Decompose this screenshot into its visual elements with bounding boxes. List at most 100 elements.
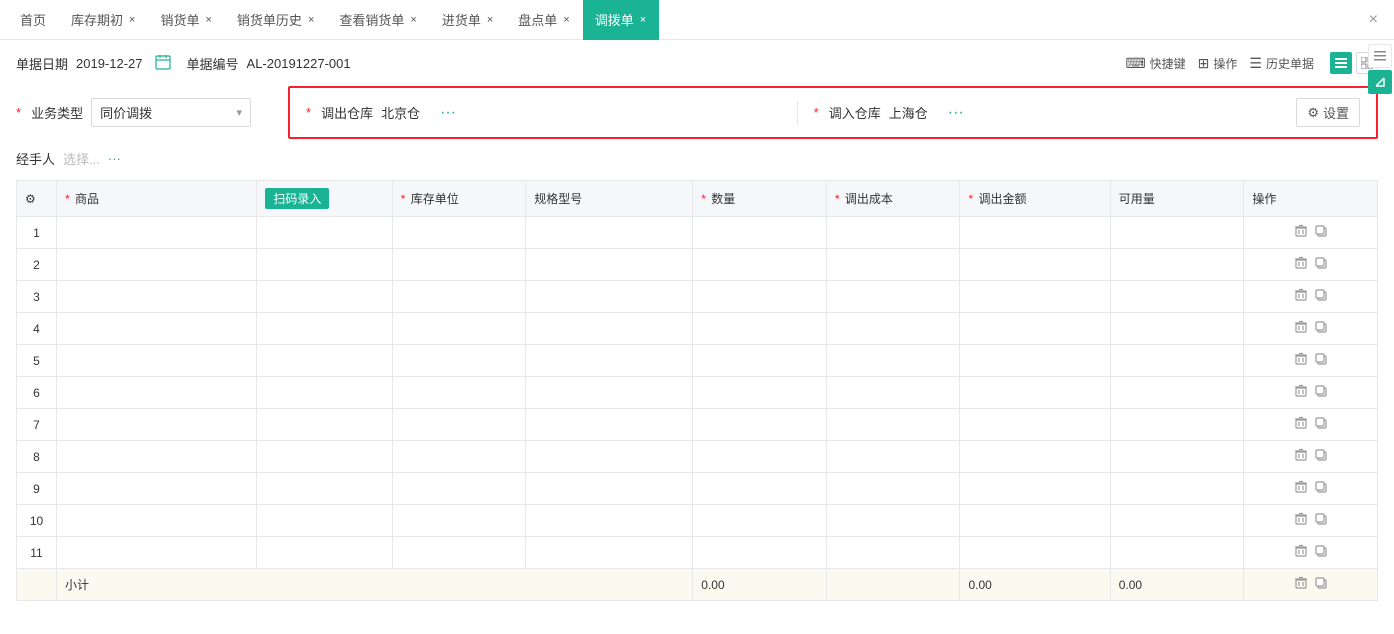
row-unit-9[interactable] — [392, 473, 526, 505]
row-amount-11[interactable] — [960, 537, 1110, 569]
row-product-9[interactable] — [57, 473, 257, 505]
copy-row-icon-3[interactable] — [1314, 288, 1328, 305]
row-cost-1[interactable] — [826, 217, 960, 249]
row-unit-4[interactable] — [392, 313, 526, 345]
row-cost-11[interactable] — [826, 537, 960, 569]
delete-row-icon-9[interactable] — [1294, 480, 1308, 497]
row-unit-1[interactable] — [392, 217, 526, 249]
tab-view-sales[interactable]: 查看销货单 × — [327, 0, 429, 40]
row-unit-8[interactable] — [392, 441, 526, 473]
row-spec-2[interactable] — [526, 249, 693, 281]
row-spec-4[interactable] — [526, 313, 693, 345]
copy-row-icon-9[interactable] — [1314, 480, 1328, 497]
row-product-1[interactable] — [57, 217, 257, 249]
tab-close-inventory-init[interactable]: × — [129, 14, 135, 26]
row-unit-11[interactable] — [392, 537, 526, 569]
row-cost-2[interactable] — [826, 249, 960, 281]
right-panel-list-btn[interactable] — [1368, 44, 1392, 68]
row-qty-2[interactable] — [693, 249, 827, 281]
row-qty-3[interactable] — [693, 281, 827, 313]
tab-close-transfer-order[interactable]: × — [640, 14, 646, 26]
delete-row-icon-11[interactable] — [1294, 544, 1308, 561]
row-qty-10[interactable] — [693, 505, 827, 537]
row-spec-3[interactable] — [526, 281, 693, 313]
copy-row-icon-5[interactable] — [1314, 352, 1328, 369]
row-amount-10[interactable] — [960, 505, 1110, 537]
row-cost-7[interactable] — [826, 409, 960, 441]
row-product-2[interactable] — [57, 249, 257, 281]
handler-more-btn[interactable]: ··· — [108, 151, 121, 166]
row-amount-3[interactable] — [960, 281, 1110, 313]
tab-inventory-init[interactable]: 库存期初 × — [59, 0, 148, 40]
table-settings-icon[interactable]: ⚙ — [25, 192, 36, 206]
tab-close-purchase-order[interactable]: × — [487, 14, 493, 26]
settings-button[interactable]: ⚙ 设置 — [1296, 98, 1360, 127]
delete-row-icon-10[interactable] — [1294, 512, 1308, 529]
tab-home[interactable]: 首页 — [8, 0, 59, 40]
delete-row-icon-4[interactable] — [1294, 320, 1308, 337]
copy-row-icon-7[interactable] — [1314, 416, 1328, 433]
row-amount-8[interactable] — [960, 441, 1110, 473]
tab-close-sales-order[interactable]: × — [205, 14, 211, 26]
tab-bar-close-btn[interactable]: × — [1361, 7, 1386, 33]
row-qty-8[interactable] — [693, 441, 827, 473]
scan-barcode-btn[interactable]: 扫码录入 — [265, 188, 329, 209]
delete-row-icon-1[interactable] — [1294, 224, 1308, 241]
col-settings-header[interactable]: ⚙ — [17, 181, 57, 217]
row-cost-5[interactable] — [826, 345, 960, 377]
row-product-10[interactable] — [57, 505, 257, 537]
row-cost-6[interactable] — [826, 377, 960, 409]
copy-row-icon-4[interactable] — [1314, 320, 1328, 337]
row-spec-6[interactable] — [526, 377, 693, 409]
row-product-7[interactable] — [57, 409, 257, 441]
copy-row-icon-8[interactable] — [1314, 448, 1328, 465]
row-amount-7[interactable] — [960, 409, 1110, 441]
row-product-11[interactable] — [57, 537, 257, 569]
shortcuts-btn[interactable]: ⌨ 快捷键 — [1125, 55, 1185, 72]
layout-btn-1[interactable] — [1330, 52, 1352, 74]
row-cost-9[interactable] — [826, 473, 960, 505]
row-cost-10[interactable] — [826, 505, 960, 537]
row-spec-11[interactable] — [526, 537, 693, 569]
business-type-select[interactable]: 同价调拨 ▾ — [91, 98, 251, 127]
tab-close-view-sales[interactable]: × — [410, 14, 416, 26]
row-qty-4[interactable] — [693, 313, 827, 345]
copy-row-icon-6[interactable] — [1314, 384, 1328, 401]
row-product-8[interactable] — [57, 441, 257, 473]
row-qty-1[interactable] — [693, 217, 827, 249]
row-qty-7[interactable] — [693, 409, 827, 441]
row-spec-8[interactable] — [526, 441, 693, 473]
row-spec-10[interactable] — [526, 505, 693, 537]
row-cost-4[interactable] — [826, 313, 960, 345]
row-spec-5[interactable] — [526, 345, 693, 377]
tab-inventory-check[interactable]: 盘点单 × — [506, 0, 582, 40]
right-panel-expand-btn[interactable] — [1368, 70, 1392, 94]
tab-close-sales-history[interactable]: × — [308, 14, 314, 26]
delete-row-icon-2[interactable] — [1294, 256, 1308, 273]
calendar-icon[interactable] — [155, 54, 171, 73]
row-amount-6[interactable] — [960, 377, 1110, 409]
row-unit-5[interactable] — [392, 345, 526, 377]
delete-row-icon-3[interactable] — [1294, 288, 1308, 305]
row-amount-1[interactable] — [960, 217, 1110, 249]
warehouse-in-more-btn[interactable]: ··· — [948, 104, 964, 122]
tab-close-inventory-check[interactable]: × — [563, 14, 569, 26]
handler-input[interactable]: 选择... — [63, 149, 100, 168]
row-qty-9[interactable] — [693, 473, 827, 505]
delete-row-icon-6[interactable] — [1294, 384, 1308, 401]
row-unit-10[interactable] — [392, 505, 526, 537]
copy-row-icon-10[interactable] — [1314, 512, 1328, 529]
row-product-5[interactable] — [57, 345, 257, 377]
row-product-6[interactable] — [57, 377, 257, 409]
row-unit-2[interactable] — [392, 249, 526, 281]
subtotal-delete-icon[interactable] — [1294, 576, 1308, 593]
row-qty-6[interactable] — [693, 377, 827, 409]
row-spec-1[interactable] — [526, 217, 693, 249]
row-spec-9[interactable] — [526, 473, 693, 505]
delete-row-icon-8[interactable] — [1294, 448, 1308, 465]
operations-btn[interactable]: ⊞ 操作 — [1198, 55, 1238, 72]
row-cost-3[interactable] — [826, 281, 960, 313]
copy-row-icon-2[interactable] — [1314, 256, 1328, 273]
tab-purchase-order[interactable]: 进货单 × — [430, 0, 506, 40]
row-amount-9[interactable] — [960, 473, 1110, 505]
